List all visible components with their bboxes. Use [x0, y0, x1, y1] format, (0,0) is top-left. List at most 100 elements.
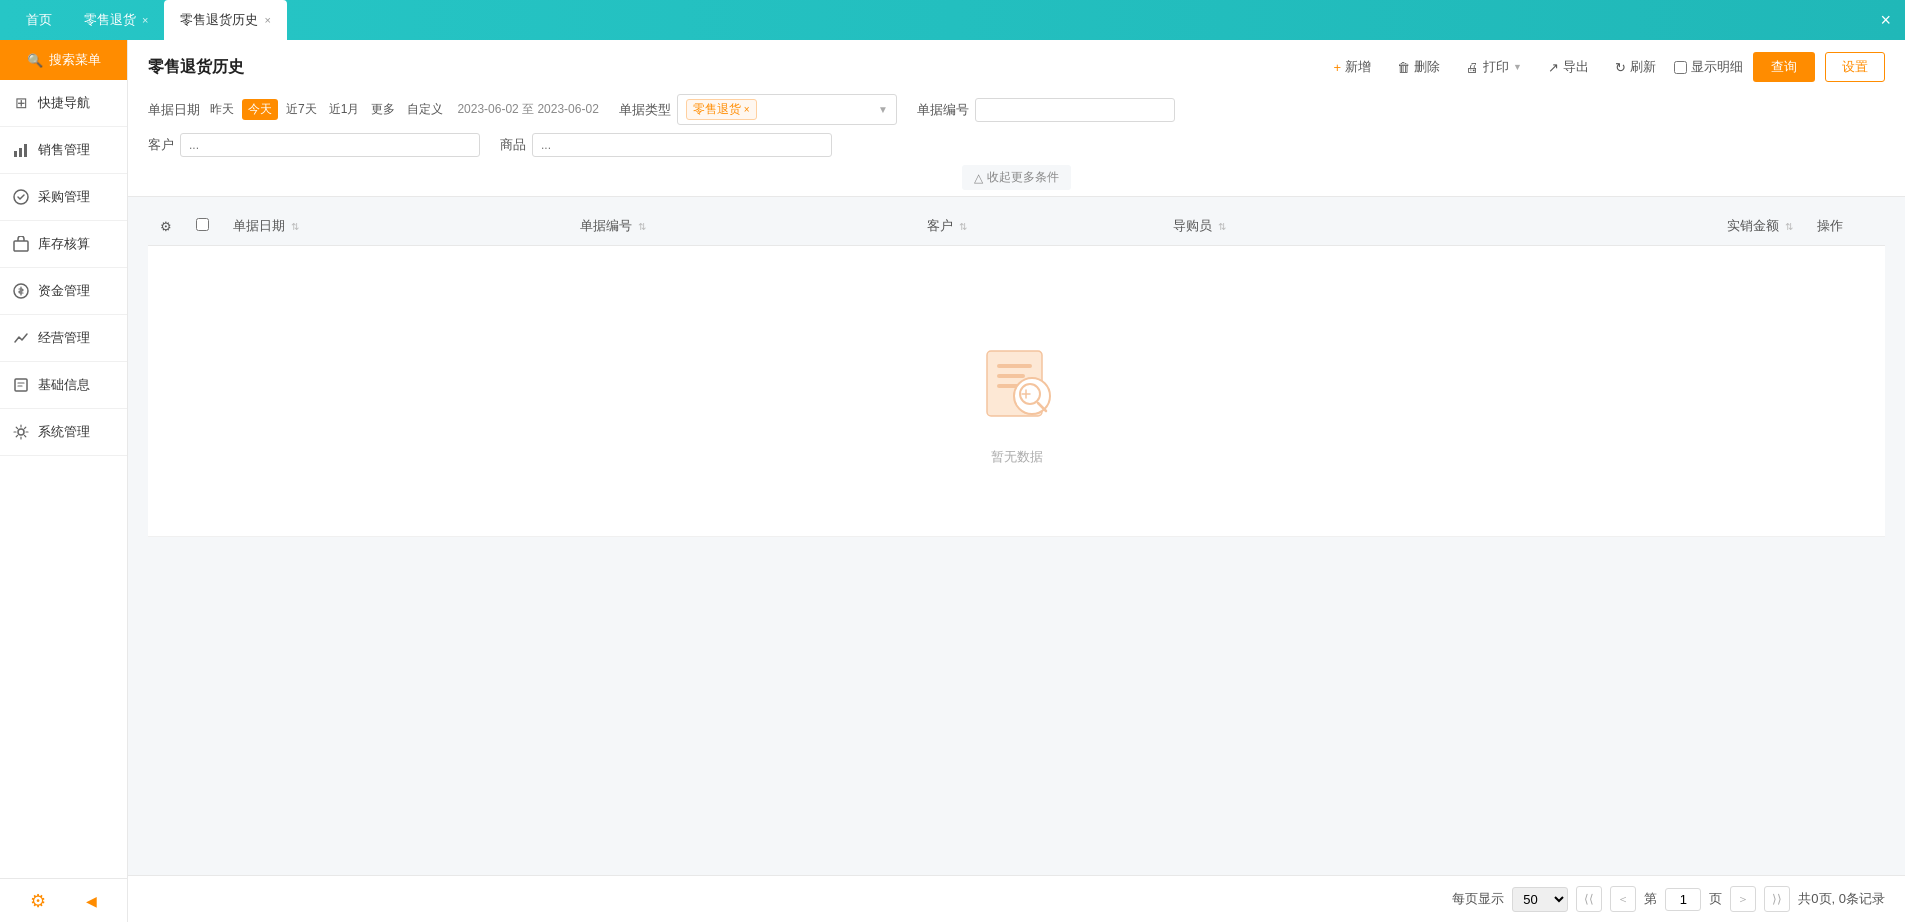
th-checkbox[interactable] [184, 207, 221, 246]
tab-home[interactable]: + 新增 首页 [10, 0, 68, 40]
refresh-icon: ↻ [1615, 60, 1626, 75]
date-shortcut-yesterday[interactable]: 昨天 [206, 99, 238, 120]
filter-row-2: 客户 商品 [148, 133, 1885, 157]
window-close-button[interactable]: × [1866, 0, 1905, 40]
sidebar-item-quick-nav[interactable]: ⊞ 快捷导航 [0, 80, 127, 127]
sidebar-search-bar[interactable]: 🔍 搜索菜单 [0, 40, 127, 80]
sort-doc-no-icon: ⇅ [638, 221, 646, 232]
print-button[interactable]: 🖨 打印 ▼ [1458, 54, 1530, 80]
pagination-bar: 每页显示 50 20 100 200 ⟨⟨ ＜ 第 页 ＞ ⟩⟩ 共0页, 0条… [128, 875, 1905, 922]
export-button[interactable]: ↗ 导出 [1540, 54, 1597, 80]
filter-area: 单据日期 昨天 今天 近7天 近1月 更多 自定义 2023-06-02 至 2… [148, 94, 1885, 190]
th-settings[interactable]: ⚙ [148, 207, 184, 246]
date-filter-label: 单据日期 [148, 101, 200, 119]
settings-bottom-icon[interactable]: ⚙ [30, 890, 46, 912]
search-icon: 🔍 [27, 53, 43, 68]
date-shortcut-custom[interactable]: 自定义 [403, 99, 447, 120]
sort-amount-icon: ⇅ [1785, 221, 1793, 232]
sidebar-item-label: 资金管理 [38, 282, 90, 300]
collapse-sidebar-icon[interactable]: ◀ [86, 893, 97, 909]
print-icon: 🖨 [1466, 60, 1479, 75]
doc-type-tag: 零售退货 × [686, 99, 757, 120]
per-page-select[interactable]: 50 20 100 200 [1512, 887, 1568, 912]
main-layout: 🔍 搜索菜单 ⊞ 快捷导航 销售管理 采购管理 库存核算 [0, 40, 1905, 922]
delete-icon: 🗑 [1397, 60, 1410, 75]
goods-input[interactable] [532, 133, 832, 157]
query-button[interactable]: 查询 [1753, 52, 1815, 82]
sidebar-item-sales-mgmt[interactable]: 销售管理 [0, 127, 127, 174]
svg-rect-1 [19, 148, 22, 157]
page-title: 零售退货历史 [148, 57, 244, 78]
page-unit-label: 页 [1709, 890, 1722, 908]
empty-illustration [967, 336, 1067, 436]
print-dropdown-icon: ▼ [1513, 62, 1522, 72]
doc-type-label: 单据类型 [619, 101, 671, 119]
date-range-display: 2023-06-02 至 2023-06-02 [457, 101, 598, 118]
filter-goods: 商品 [500, 133, 832, 157]
show-detail-label: 显示明细 [1674, 58, 1743, 76]
delete-button[interactable]: 🗑 删除 [1389, 54, 1448, 80]
svg-rect-9 [997, 364, 1032, 368]
svg-rect-6 [15, 379, 27, 391]
refresh-button[interactable]: ↻ 刷新 [1607, 54, 1664, 80]
top-bar: + 新增 首页 零售退货 × 零售退货历史 × × [0, 0, 1905, 40]
svg-rect-10 [997, 374, 1025, 378]
sidebar-item-finance[interactable]: 资金管理 [0, 268, 127, 315]
filter-doc-type: 单据类型 零售退货 × ▼ [619, 94, 897, 125]
next-page-button[interactable]: ＞ [1730, 886, 1756, 912]
sidebar-item-purchase-mgmt[interactable]: 采购管理 [0, 174, 127, 221]
sidebar-item-basic-info[interactable]: 基础信息 [0, 362, 127, 409]
collapse-filter-button[interactable]: △ 收起更多条件 [962, 165, 1071, 190]
sidebar-item-label: 库存核算 [38, 235, 90, 253]
th-customer[interactable]: 客户 ⇅ [915, 207, 1161, 246]
svg-rect-4 [14, 241, 28, 251]
collapse-icon: △ [974, 171, 983, 185]
page-header: 零售退货历史 + 新增 🗑 删除 🖨 打印 ▼ [128, 40, 1905, 197]
date-shortcut-1month[interactable]: 近1月 [325, 99, 364, 120]
filter-customer: 客户 [148, 133, 480, 157]
svg-point-7 [18, 429, 24, 435]
doc-type-tag-close[interactable]: × [744, 104, 750, 115]
table-header-row: ⚙ 单据日期 ⇅ 单据编号 ⇅ [148, 207, 1885, 246]
sidebar-bottom: ⚙ ◀ [0, 878, 127, 922]
sidebar-item-operations[interactable]: 经营管理 [0, 315, 127, 362]
select-all-checkbox[interactable] [196, 218, 209, 231]
page-title-row: 零售退货历史 + 新增 🗑 删除 🖨 打印 ▼ [148, 52, 1885, 82]
page-label: 第 [1644, 890, 1657, 908]
doc-no-input[interactable] [975, 98, 1175, 122]
export-icon: ↗ [1548, 60, 1559, 75]
doc-type-select[interactable]: 零售退货 × ▼ [677, 94, 897, 125]
th-doc-no[interactable]: 单据编号 ⇅ [568, 207, 915, 246]
date-shortcut-7days[interactable]: 近7天 [282, 99, 321, 120]
th-actions: 操作 [1805, 207, 1885, 246]
prev-page-button[interactable]: ＜ [1610, 886, 1636, 912]
show-detail-checkbox[interactable] [1674, 61, 1687, 74]
first-page-button[interactable]: ⟨⟨ [1576, 886, 1602, 912]
sales-mgmt-icon [12, 141, 30, 159]
sidebar-item-inventory[interactable]: 库存核算 [0, 221, 127, 268]
date-shortcut-more[interactable]: 更多 [367, 99, 399, 120]
purchase-mgmt-icon [12, 188, 30, 206]
sidebar-item-sys-mgmt[interactable]: 系统管理 [0, 409, 127, 456]
sidebar-item-label: 经营管理 [38, 329, 90, 347]
finance-icon [12, 282, 30, 300]
tab-retail-return-history-close[interactable]: × [264, 14, 270, 26]
new-button[interactable]: + 新增 [1325, 54, 1379, 80]
th-doc-date[interactable]: 单据日期 ⇅ [221, 207, 568, 246]
last-page-button[interactable]: ⟩⟩ [1764, 886, 1790, 912]
customer-input[interactable] [180, 133, 480, 157]
operations-icon [12, 329, 30, 347]
sidebar-item-label: 系统管理 [38, 423, 90, 441]
tab-retail-return-close[interactable]: × [142, 14, 148, 26]
setting-button[interactable]: 设置 [1825, 52, 1885, 82]
doc-type-dropdown-icon: ▼ [878, 104, 888, 115]
tab-retail-return-history[interactable]: 零售退货历史 × [164, 0, 286, 40]
tab-retail-return[interactable]: 零售退货 × [68, 0, 164, 40]
th-guide[interactable]: 导购员 ⇅ [1161, 207, 1458, 246]
empty-state-row: 暂无数据 [148, 246, 1885, 537]
page-number-input[interactable] [1665, 888, 1701, 911]
customer-label: 客户 [148, 136, 174, 154]
sidebar-item-label: 快捷导航 [38, 94, 90, 112]
date-shortcut-today[interactable]: 今天 [242, 99, 278, 120]
th-amount[interactable]: 实销金额 ⇅ [1458, 207, 1805, 246]
